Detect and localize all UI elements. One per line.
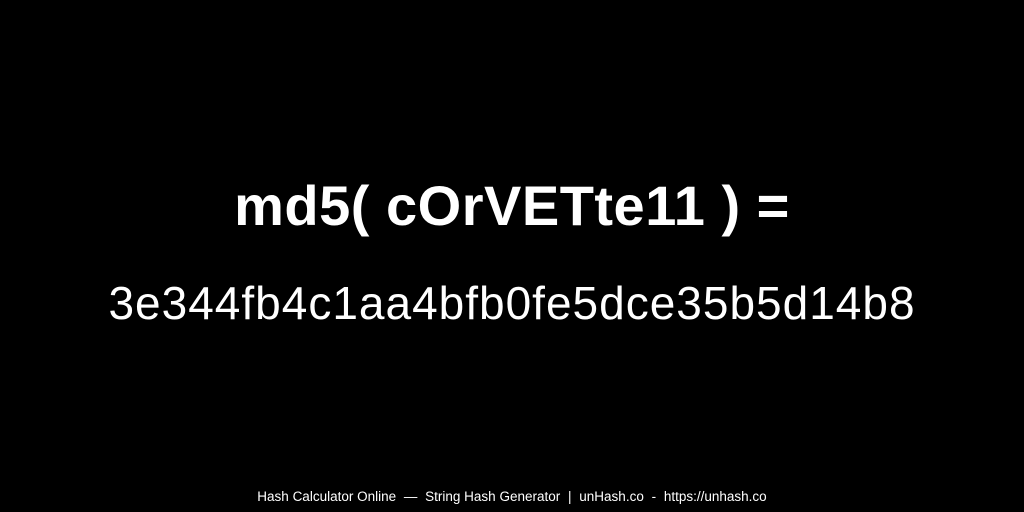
footer-separator-hyphen: -: [652, 489, 657, 504]
footer-generator-label: String Hash Generator: [425, 489, 560, 504]
footer: Hash Calculator Online — String Hash Gen…: [0, 489, 1024, 504]
footer-separator-pipe: |: [568, 489, 572, 504]
footer-separator-dash: —: [404, 489, 418, 504]
footer-site-url: https://unhash.co: [664, 489, 767, 504]
footer-site-name: unHash.co: [579, 489, 644, 504]
main-content: md5( cOrVETte11 ) = 3e344fb4c1aa4bfb0fe5…: [108, 173, 915, 330]
footer-calculator-label: Hash Calculator Online: [257, 489, 396, 504]
hash-result: 3e344fb4c1aa4bfb0fe5dce35b5d14b8: [108, 276, 915, 330]
hash-expression: md5( cOrVETte11 ) =: [234, 173, 790, 238]
page-container: md5( cOrVETte11 ) = 3e344fb4c1aa4bfb0fe5…: [0, 0, 1024, 512]
